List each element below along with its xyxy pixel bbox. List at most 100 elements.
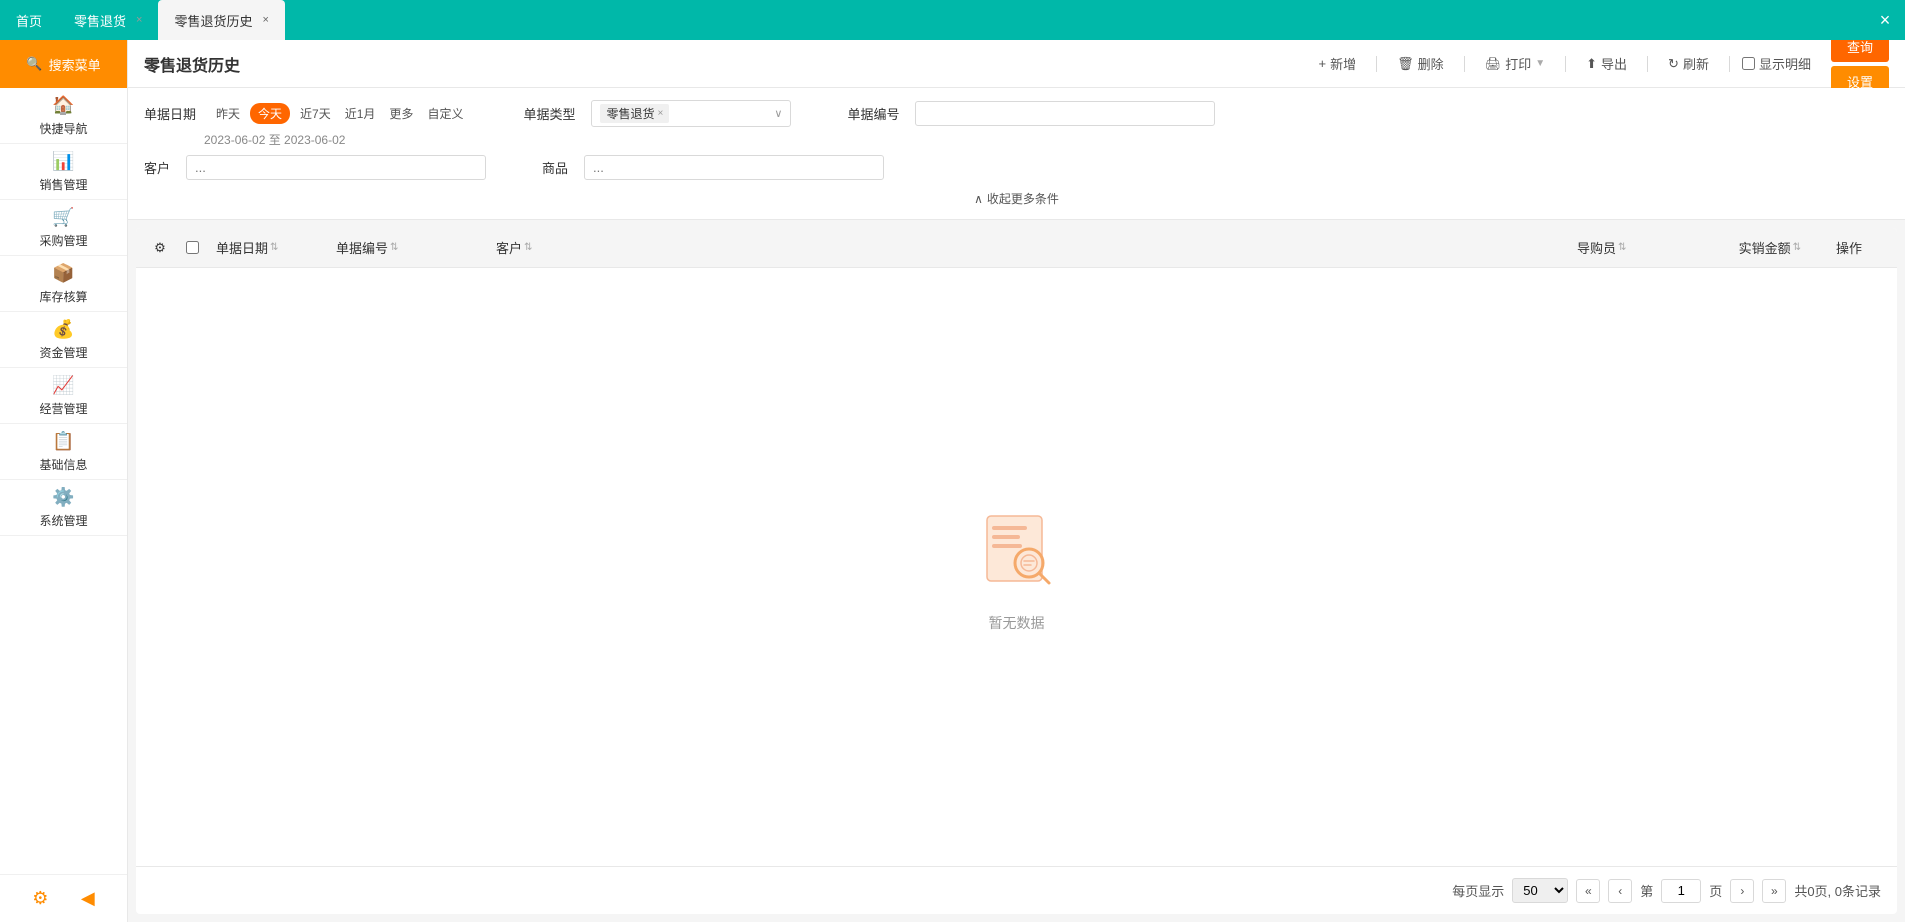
sidebar-item-sales-mgmt[interactable]: 📊 销售管理 <box>0 144 127 200</box>
tab-retail-return-history[interactable]: 零售退货历史 × <box>158 0 284 40</box>
th-date-label: 单据日期 <box>216 238 268 257</box>
collapse-sidebar-icon[interactable]: ◀ <box>81 888 95 909</box>
doc-type-filter[interactable]: 零售退货 × ∨ <box>591 100 791 127</box>
date-btn-yesterday[interactable]: 昨天 <box>212 103 244 124</box>
content-area: 零售退货历史 + 新增 🗑 删除 🖨 打印 ▼ <box>128 40 1905 922</box>
date-btn-more[interactable]: 更多 <box>385 103 417 124</box>
doc-number-label: 单据编号 <box>847 104 899 123</box>
th-number: 单据编号 ⇅ <box>328 238 488 257</box>
tab-retail-return-close[interactable]: × <box>136 14 142 26</box>
basic-info-icon: 📋 <box>52 431 74 452</box>
show-detail-label: 显示明细 <box>1759 54 1811 73</box>
refresh-label: 刷新 <box>1683 54 1709 73</box>
settings-bottom-icon[interactable]: ⚙ <box>32 888 48 909</box>
sidebar-item-system-label: 系统管理 <box>39 512 87 529</box>
date-filter-group: 昨天 今天 近7天 近1月 更多 自定义 <box>212 103 467 124</box>
doc-type-tag-close[interactable]: × <box>657 108 663 119</box>
sales-icon: 📊 <box>52 151 74 172</box>
sidebar-item-quick-nav[interactable]: 🏠 快捷导航 <box>0 88 127 144</box>
next-page-button[interactable]: › <box>1730 879 1754 903</box>
sidebar-item-system[interactable]: ⚙️ 系统管理 <box>0 480 127 536</box>
select-all-checkbox[interactable] <box>186 241 199 254</box>
pagination: 每页显示 50 100 200 « ‹ 第 页 › » 共0页, 0条记录 <box>136 866 1897 914</box>
page-size-label: 每页显示 <box>1452 881 1504 900</box>
divider-4 <box>1647 56 1648 72</box>
th-amount-sort[interactable]: ⇅ <box>1793 242 1801 253</box>
sidebar-item-basic-info[interactable]: 📋 基础信息 <box>0 424 127 480</box>
delete-button[interactable]: 🗑 删除 <box>1389 50 1452 77</box>
page-header: 零售退货历史 + 新增 🗑 删除 🖨 打印 ▼ <box>128 40 1905 88</box>
date-btn-7days[interactable]: 近7天 <box>296 103 335 124</box>
date-btn-today[interactable]: 今天 <box>250 103 290 124</box>
show-detail-checkbox[interactable]: 显示明细 <box>1742 54 1811 73</box>
print-button[interactable]: 🖨 打印 ▼ <box>1477 50 1553 77</box>
filter-row-1: 单据日期 昨天 今天 近7天 近1月 更多 自定义 单据类型 零售退货 × <box>144 100 1889 127</box>
th-number-sort[interactable]: ⇅ <box>390 242 398 253</box>
export-button[interactable]: ⬆ 导出 <box>1578 50 1635 77</box>
collapse-filter-button[interactable]: ∧ 收起更多条件 <box>974 190 1059 207</box>
th-customer-sort[interactable]: ⇅ <box>524 242 532 253</box>
sidebar-item-sales-mgmt-label: 销售管理 <box>39 176 87 193</box>
delete-label: 删除 <box>1418 54 1444 73</box>
total-info: 共0页, 0条记录 <box>1794 881 1881 900</box>
print-arrow: ▼ <box>1535 58 1545 69</box>
sidebar: 🔍 搜索菜单 🏠 快捷导航 📊 销售管理 🛒 采购管理 📦 库存核算 💰 资金管… <box>0 40 128 922</box>
th-date: 单据日期 ⇅ <box>208 238 328 257</box>
th-action-label: 操作 <box>1836 238 1862 257</box>
customer-input[interactable] <box>186 155 486 180</box>
th-checkbox[interactable] <box>176 241 208 254</box>
date-btn-1month[interactable]: 近1月 <box>341 103 380 124</box>
add-label: 新增 <box>1330 54 1356 73</box>
divider-3 <box>1565 56 1566 72</box>
empty-illustration <box>967 501 1067 601</box>
show-detail-input[interactable] <box>1742 57 1755 70</box>
page-label-post: 页 <box>1709 881 1722 900</box>
print-label: 打印 <box>1505 54 1531 73</box>
tab-retail-return-history-close[interactable]: × <box>262 14 268 26</box>
sidebar-item-purchase-mgmt[interactable]: 🛒 采购管理 <box>0 200 127 256</box>
system-icon: ⚙️ <box>52 487 74 508</box>
page-label-pre: 第 <box>1640 881 1653 900</box>
prev-page-button[interactable]: ‹ <box>1608 879 1632 903</box>
th-guide: 导购员 ⇅ <box>1569 238 1689 257</box>
goods-input[interactable] <box>584 155 884 180</box>
refresh-icon: ↻ <box>1668 56 1679 72</box>
tab-home[interactable]: 首页 <box>0 0 58 40</box>
delete-icon: 🗑 <box>1397 56 1414 72</box>
sidebar-item-quick-nav-label: 快捷导航 <box>39 120 87 137</box>
first-page-button[interactable]: « <box>1576 879 1600 903</box>
doc-type-tag-value: 零售退货 <box>606 105 654 122</box>
date-btn-custom[interactable]: 自定义 <box>423 103 467 124</box>
last-page-button[interactable]: » <box>1762 879 1786 903</box>
window-close-button[interactable]: × <box>1865 0 1905 40</box>
top-bar: 首页 零售退货 × 零售退货历史 × × <box>0 0 1905 40</box>
add-button[interactable]: + 新增 <box>1311 50 1365 77</box>
doc-number-input[interactable] <box>915 101 1215 126</box>
table-header: ⚙ 单据日期 ⇅ 单据编号 ⇅ 客户 ⇅ 导购员 <box>136 228 1897 268</box>
th-guide-sort[interactable]: ⇅ <box>1618 242 1626 253</box>
tab-retail-return[interactable]: 零售退货 × <box>58 0 158 40</box>
customer-filter-label: 客户 <box>144 158 170 177</box>
query-button[interactable]: 查询 <box>1831 40 1889 62</box>
refresh-button[interactable]: ↻ 刷新 <box>1660 50 1717 77</box>
tab-home-label: 首页 <box>16 11 42 30</box>
th-amount: 实销金额 ⇅ <box>1689 238 1809 257</box>
sidebar-item-finance[interactable]: 💰 资金管理 <box>0 312 127 368</box>
sidebar-search[interactable]: 🔍 搜索菜单 <box>0 40 127 88</box>
sidebar-item-operation[interactable]: 📈 经营管理 <box>0 368 127 424</box>
column-settings-icon[interactable]: ⚙ <box>154 240 166 256</box>
th-date-sort[interactable]: ⇅ <box>270 242 278 253</box>
print-icon: 🖨 <box>1485 56 1502 72</box>
empty-text: 暂无数据 <box>989 613 1045 633</box>
page-size-select[interactable]: 50 100 200 <box>1512 878 1568 903</box>
date-range-display: 2023-06-02 至 2023-06-02 <box>204 133 345 147</box>
th-customer: 客户 ⇅ <box>488 238 1569 257</box>
inventory-icon: 📦 <box>52 263 74 284</box>
sidebar-item-inventory[interactable]: 📦 库存核算 <box>0 256 127 312</box>
sidebar-item-operation-label: 经营管理 <box>39 400 87 417</box>
tab-retail-return-label: 零售退货 <box>74 11 126 30</box>
page-number-input[interactable] <box>1661 879 1701 903</box>
sidebar-item-purchase-mgmt-label: 采购管理 <box>39 232 87 249</box>
table-area: ⚙ 单据日期 ⇅ 单据编号 ⇅ 客户 ⇅ 导购员 <box>136 228 1897 914</box>
th-settings[interactable]: ⚙ <box>144 240 176 256</box>
